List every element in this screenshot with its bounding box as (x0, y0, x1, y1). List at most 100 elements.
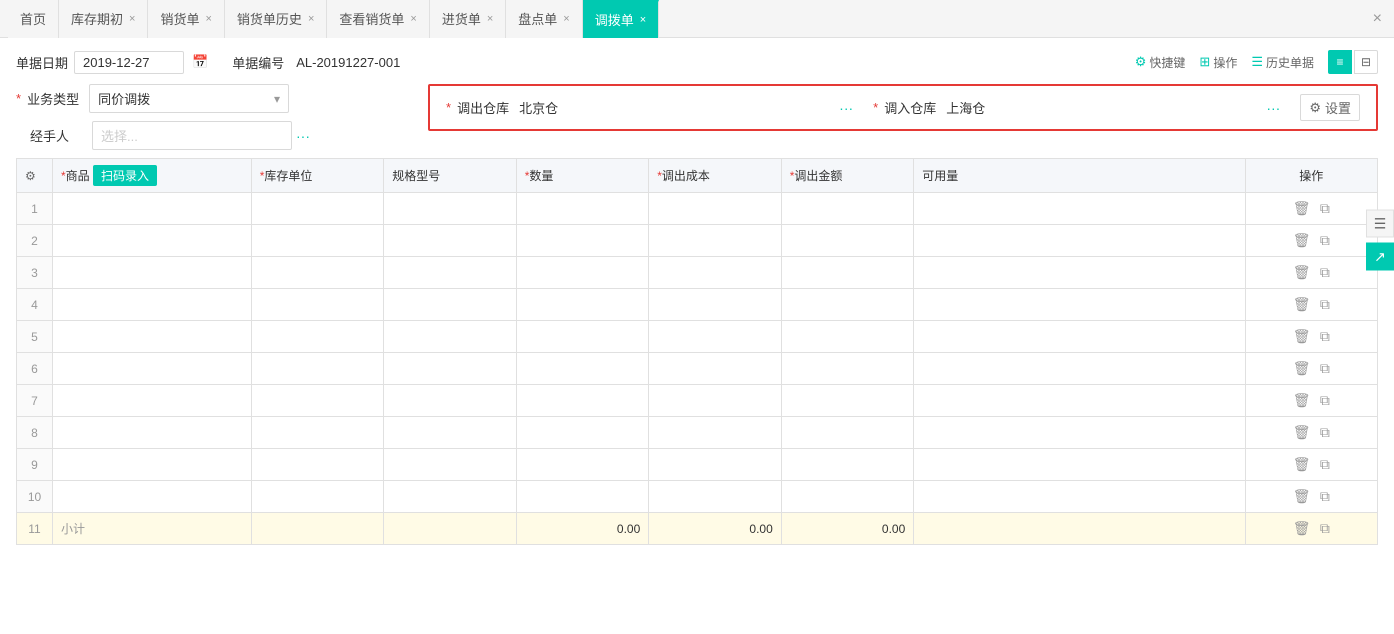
tab-transfer-order[interactable]: 调拨单 × (583, 0, 659, 38)
available-cell-3[interactable] (914, 257, 1245, 289)
amount-cell-1[interactable] (781, 193, 914, 225)
goods-cell-5[interactable] (53, 321, 252, 353)
scan-button[interactable]: 扫码录入 (93, 165, 157, 186)
operations-button[interactable]: ⊞ 操作 (1199, 54, 1237, 71)
cost-cell-1[interactable] (649, 193, 782, 225)
goods-cell-2[interactable] (53, 225, 252, 257)
close-all-icon[interactable]: × (1373, 10, 1382, 28)
spec-cell-5[interactable] (384, 321, 517, 353)
unit-cell-1[interactable] (251, 193, 384, 225)
amount-cell-3[interactable] (781, 257, 914, 289)
available-cell-5[interactable] (914, 321, 1245, 353)
qty-cell-7[interactable] (516, 385, 649, 417)
unit-cell-4[interactable] (251, 289, 384, 321)
copy-icon-4[interactable]: ⧉ (1320, 296, 1330, 312)
amount-cell-9[interactable] (781, 449, 914, 481)
amount-cell-2[interactable] (781, 225, 914, 257)
qty-cell-6[interactable] (516, 353, 649, 385)
goods-cell-9[interactable] (53, 449, 252, 481)
col-settings[interactable]: ⚙ (17, 159, 53, 193)
tab-sales-history[interactable]: 销货单历史 × (225, 0, 327, 38)
delete-icon-2[interactable]: 🗑 (1293, 232, 1311, 248)
goods-cell-1[interactable] (53, 193, 252, 225)
spec-cell-2[interactable] (384, 225, 517, 257)
delete-icon-4[interactable]: 🗑 (1293, 296, 1311, 312)
cost-cell-9[interactable] (649, 449, 782, 481)
qty-cell-8[interactable] (516, 417, 649, 449)
cost-cell-3[interactable] (649, 257, 782, 289)
delete-icon-10[interactable]: 🗑 (1293, 488, 1311, 504)
spec-cell-4[interactable] (384, 289, 517, 321)
tab-home[interactable]: 首页 (8, 0, 59, 38)
qty-cell-2[interactable] (516, 225, 649, 257)
copy-icon-7[interactable]: ⧉ (1320, 392, 1330, 408)
available-cell-1[interactable] (914, 193, 1245, 225)
goods-cell-8[interactable] (53, 417, 252, 449)
tab-inventory-check[interactable]: 盘点单 × (506, 0, 582, 38)
handler-select[interactable]: 选择... (92, 121, 292, 150)
spec-cell-3[interactable] (384, 257, 517, 289)
layout-btn-1[interactable]: ≡ (1328, 50, 1352, 74)
unit-cell-7[interactable] (251, 385, 384, 417)
qty-cell-1[interactable] (516, 193, 649, 225)
tab-close-purchase-order[interactable]: × (487, 13, 493, 25)
copy-icon-2[interactable]: ⧉ (1320, 232, 1330, 248)
tab-close-inventory-init[interactable]: × (129, 13, 135, 25)
amount-cell-7[interactable] (781, 385, 914, 417)
available-cell-9[interactable] (914, 449, 1245, 481)
copy-icon-5[interactable]: ⧉ (1320, 328, 1330, 344)
goods-cell-4[interactable] (53, 289, 252, 321)
cost-cell-6[interactable] (649, 353, 782, 385)
amount-cell-10[interactable] (781, 481, 914, 513)
available-cell-10[interactable] (914, 481, 1245, 513)
delete-icon-7[interactable]: 🗑 (1293, 392, 1311, 408)
copy-icon-6[interactable]: ⧉ (1320, 360, 1330, 376)
copy-icon-10[interactable]: ⧉ (1320, 488, 1330, 504)
qty-cell-9[interactable] (516, 449, 649, 481)
layout-btn-2[interactable]: ⊟ (1354, 50, 1378, 74)
settings-button[interactable]: ⚙ 设置 (1300, 94, 1360, 121)
doc-date-value[interactable]: 2019-12-27 (74, 51, 184, 74)
delete-icon-8[interactable]: 🗑 (1293, 424, 1311, 440)
cost-cell-8[interactable] (649, 417, 782, 449)
tab-purchase-order[interactable]: 进货单 × (430, 0, 506, 38)
unit-cell-2[interactable] (251, 225, 384, 257)
warehouse-out-more[interactable]: ··· (839, 100, 853, 116)
goods-cell-6[interactable] (53, 353, 252, 385)
goods-cell-10[interactable] (53, 481, 252, 513)
cost-cell-10[interactable] (649, 481, 782, 513)
spec-cell-1[interactable] (384, 193, 517, 225)
tab-view-sales[interactable]: 查看销货单 × (327, 0, 429, 38)
delete-icon-3[interactable]: 🗑 (1293, 264, 1311, 280)
amount-cell-8[interactable] (781, 417, 914, 449)
cost-cell-2[interactable] (649, 225, 782, 257)
spec-cell-10[interactable] (384, 481, 517, 513)
history-button[interactable]: ☰ 历史单据 (1251, 54, 1314, 71)
amount-cell-4[interactable] (781, 289, 914, 321)
tab-close-view-sales[interactable]: × (410, 13, 416, 25)
tab-close-sales-order[interactable]: × (205, 13, 211, 25)
tab-close-sales-history[interactable]: × (308, 13, 314, 25)
business-type-select[interactable]: 同价调拨 ▾ (89, 84, 289, 113)
copy-icon-11[interactable]: ⧉ (1320, 520, 1330, 536)
copy-icon-8[interactable]: ⧉ (1320, 424, 1330, 440)
delete-icon-6[interactable]: 🗑 (1293, 360, 1311, 376)
shortcuts-button[interactable]: ⚙ 快捷键 (1135, 54, 1186, 71)
available-cell-8[interactable] (914, 417, 1245, 449)
amount-cell-5[interactable] (781, 321, 914, 353)
unit-cell-6[interactable] (251, 353, 384, 385)
cost-cell-7[interactable] (649, 385, 782, 417)
table-gear-icon[interactable]: ⚙ (25, 169, 36, 183)
spec-cell-7[interactable] (384, 385, 517, 417)
delete-icon-5[interactable]: 🗑 (1293, 328, 1311, 344)
available-cell-2[interactable] (914, 225, 1245, 257)
tab-close-inventory-check[interactable]: × (563, 13, 569, 25)
tab-inventory-init[interactable]: 库存期初 × (59, 0, 148, 38)
spec-cell-8[interactable] (384, 417, 517, 449)
handler-more-icon[interactable]: ··· (296, 128, 310, 144)
float-list-btn[interactable]: ☰ (1366, 210, 1394, 238)
tab-sales-order[interactable]: 销货单 × (148, 0, 224, 38)
unit-cell-9[interactable] (251, 449, 384, 481)
copy-icon-3[interactable]: ⧉ (1320, 264, 1330, 280)
qty-cell-5[interactable] (516, 321, 649, 353)
